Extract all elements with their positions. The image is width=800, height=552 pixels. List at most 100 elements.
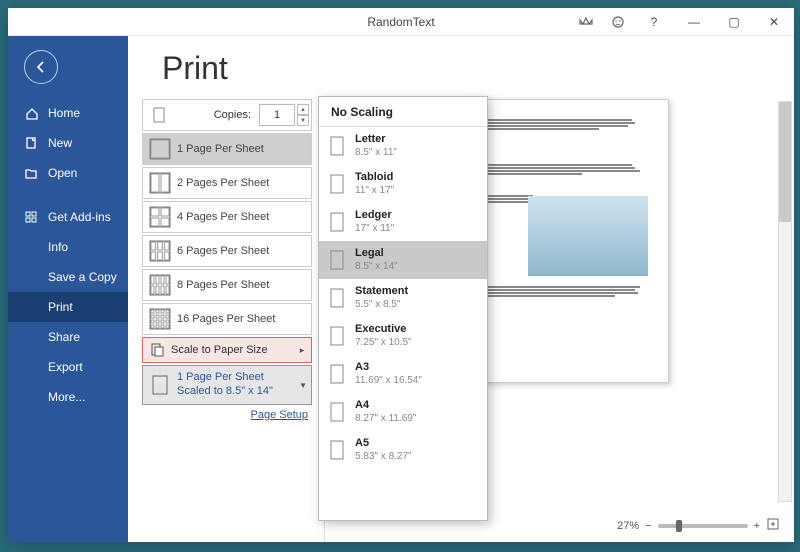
minimize-button[interactable]: — (674, 8, 714, 36)
sidebar-item-share[interactable]: Share (8, 322, 128, 352)
grid-6-icon (143, 240, 177, 262)
summary-line1: 1 Page Per Sheet (177, 371, 311, 385)
scrollbar-thumb[interactable] (779, 102, 791, 222)
paper-dimensions: 5.83" x 8.27" (355, 451, 412, 463)
pages-per-sheet-8[interactable]: 8 Pages Per Sheet (142, 269, 312, 301)
summary-line2: Scaled to 8.5" x 14" (177, 385, 311, 399)
paper-name: Tabloid (355, 171, 394, 184)
sidebar-item-open[interactable]: Open (8, 158, 128, 188)
copies-label: Copies: (175, 109, 259, 121)
page-icon (329, 364, 345, 384)
paper-size-statement[interactable]: Statement5.5" x 8.5" (319, 279, 487, 317)
paper-size-tabloid[interactable]: Tabloid11" x 17" (319, 165, 487, 203)
paper-dimensions: 5.5" x 8.5" (355, 299, 408, 311)
sidebar-item-more-[interactable]: More... (8, 382, 128, 412)
face-smile-icon[interactable] (602, 8, 634, 36)
flyout-header[interactable]: No Scaling (319, 97, 487, 127)
paper-name: Legal (355, 247, 398, 260)
paper-dimensions: 7.25" x 10.5" (355, 337, 412, 349)
grid-2-icon (143, 172, 177, 194)
chevron-down-icon: ▼ (299, 381, 307, 390)
page-icon (329, 212, 345, 232)
sidebar-item-label: Save a Copy (48, 270, 117, 284)
print-content: Print Copies: 1 ▲▼ 1 Page Per Sheet 2 Pag… (128, 36, 794, 542)
sidebar-item-home[interactable]: Home (8, 98, 128, 128)
sidebar-item-label: Home (48, 106, 80, 120)
paper-size-ledger[interactable]: Ledger17" x 11" (319, 203, 487, 241)
sidebar-item-save-a-copy[interactable]: Save a Copy (8, 262, 128, 292)
paper-dimensions: 11.69" x 16.54" (355, 375, 422, 387)
pps-label: 4 Pages Per Sheet (177, 211, 311, 223)
page-setup-link[interactable]: Page Setup (134, 409, 320, 421)
paper-name: A3 (355, 361, 422, 374)
zoom-out-button[interactable]: − (645, 520, 651, 532)
pages-per-sheet-4[interactable]: 4 Pages Per Sheet (142, 201, 312, 233)
fit-page-icon[interactable] (766, 517, 780, 534)
zoom-slider-thumb[interactable] (676, 520, 682, 532)
zoom-slider[interactable] (658, 524, 748, 528)
preview-scrollbar[interactable] (778, 101, 792, 502)
blank-icon (24, 240, 38, 254)
pages-per-sheet-16[interactable]: 16 Pages Per Sheet (142, 303, 312, 335)
paper-size-executive[interactable]: Executive7.25" x 10.5" (319, 317, 487, 355)
copies-row: Copies: 1 ▲▼ (142, 99, 312, 131)
zoom-in-button[interactable]: + (754, 520, 760, 532)
sidebar-item-new[interactable]: New (8, 128, 128, 158)
paper-size-a4[interactable]: A48.27" x 11.69" (319, 393, 487, 431)
paper-size-legal[interactable]: Legal8.5" x 14" (319, 241, 487, 279)
pps-label: 2 Pages Per Sheet (177, 177, 311, 189)
pages-per-sheet-2[interactable]: 2 Pages Per Sheet (142, 167, 312, 199)
blank-icon (24, 360, 38, 374)
preview-page (463, 99, 669, 383)
preview-image-placeholder (528, 196, 648, 276)
paper-size-a3[interactable]: A311.69" x 16.54" (319, 355, 487, 393)
paper-name: Statement (355, 285, 408, 298)
copies-spinner[interactable]: ▲▼ (297, 104, 309, 126)
paper-name: Letter (355, 133, 397, 146)
help-button[interactable]: ? (634, 8, 674, 36)
premium-icon[interactable] (570, 8, 602, 36)
pps-label: 16 Pages Per Sheet (177, 313, 311, 325)
blank-icon (24, 330, 38, 344)
backstage-sidebar: Home New Open Get Add-ins Info Save a Copy Pri… (8, 36, 128, 542)
sidebar-item-print[interactable]: Print (8, 292, 128, 322)
blank-icon (24, 270, 38, 284)
sidebar-item-label: Export (48, 360, 83, 374)
sidebar-item-label: More... (48, 390, 85, 404)
sidebar-item-label: Info (48, 240, 68, 254)
pps-label: 6 Pages Per Sheet (177, 245, 311, 257)
close-button[interactable]: ✕ (754, 8, 794, 36)
paper-dimensions: 17" x 11" (355, 223, 394, 235)
home-icon (24, 106, 38, 120)
pages-per-sheet-dropdown[interactable]: 1 Page Per Sheet Scaled to 8.5" x 14" ▼ (142, 365, 312, 405)
grid-16-icon (143, 308, 177, 330)
back-button[interactable] (24, 50, 58, 84)
sidebar-item-label: Get Add-ins (48, 210, 111, 224)
pps-label: 1 Page Per Sheet (177, 143, 311, 155)
sidebar-item-export[interactable]: Export (8, 352, 128, 382)
pages-per-sheet-1[interactable]: 1 Page Per Sheet (142, 133, 312, 165)
paper-size-letter[interactable]: Letter8.5" x 11" (319, 127, 487, 165)
sidebar-item-label: Open (48, 166, 77, 180)
sidebar-item-get-add-ins[interactable]: Get Add-ins (8, 202, 128, 232)
chevron-right-icon: ▸ (293, 345, 311, 356)
grid-4-icon (143, 206, 177, 228)
paper-name: A5 (355, 437, 412, 450)
titlebar: RandomText ? — ▢ ✕ (8, 8, 794, 36)
maximize-button[interactable]: ▢ (714, 8, 754, 36)
paper-dimensions: 8.5" x 14" (355, 261, 398, 273)
scale-to-paper-size-row[interactable]: Scale to Paper Size ▸ (142, 337, 312, 363)
page-icon (143, 375, 177, 395)
zoom-percent: 27% (617, 520, 639, 532)
open-icon (24, 166, 38, 180)
copies-input[interactable]: 1 (259, 104, 295, 126)
paper-name: A4 (355, 399, 416, 412)
page-icon (329, 174, 345, 194)
page-icon (329, 136, 345, 156)
scale-label: Scale to Paper Size (171, 344, 268, 356)
paper-size-a5[interactable]: A55.83" x 8.27" (319, 431, 487, 469)
page-title: Print (128, 36, 794, 99)
pages-per-sheet-6[interactable]: 6 Pages Per Sheet (142, 235, 312, 267)
sidebar-item-info[interactable]: Info (8, 232, 128, 262)
sidebar-item-label: New (48, 136, 72, 150)
